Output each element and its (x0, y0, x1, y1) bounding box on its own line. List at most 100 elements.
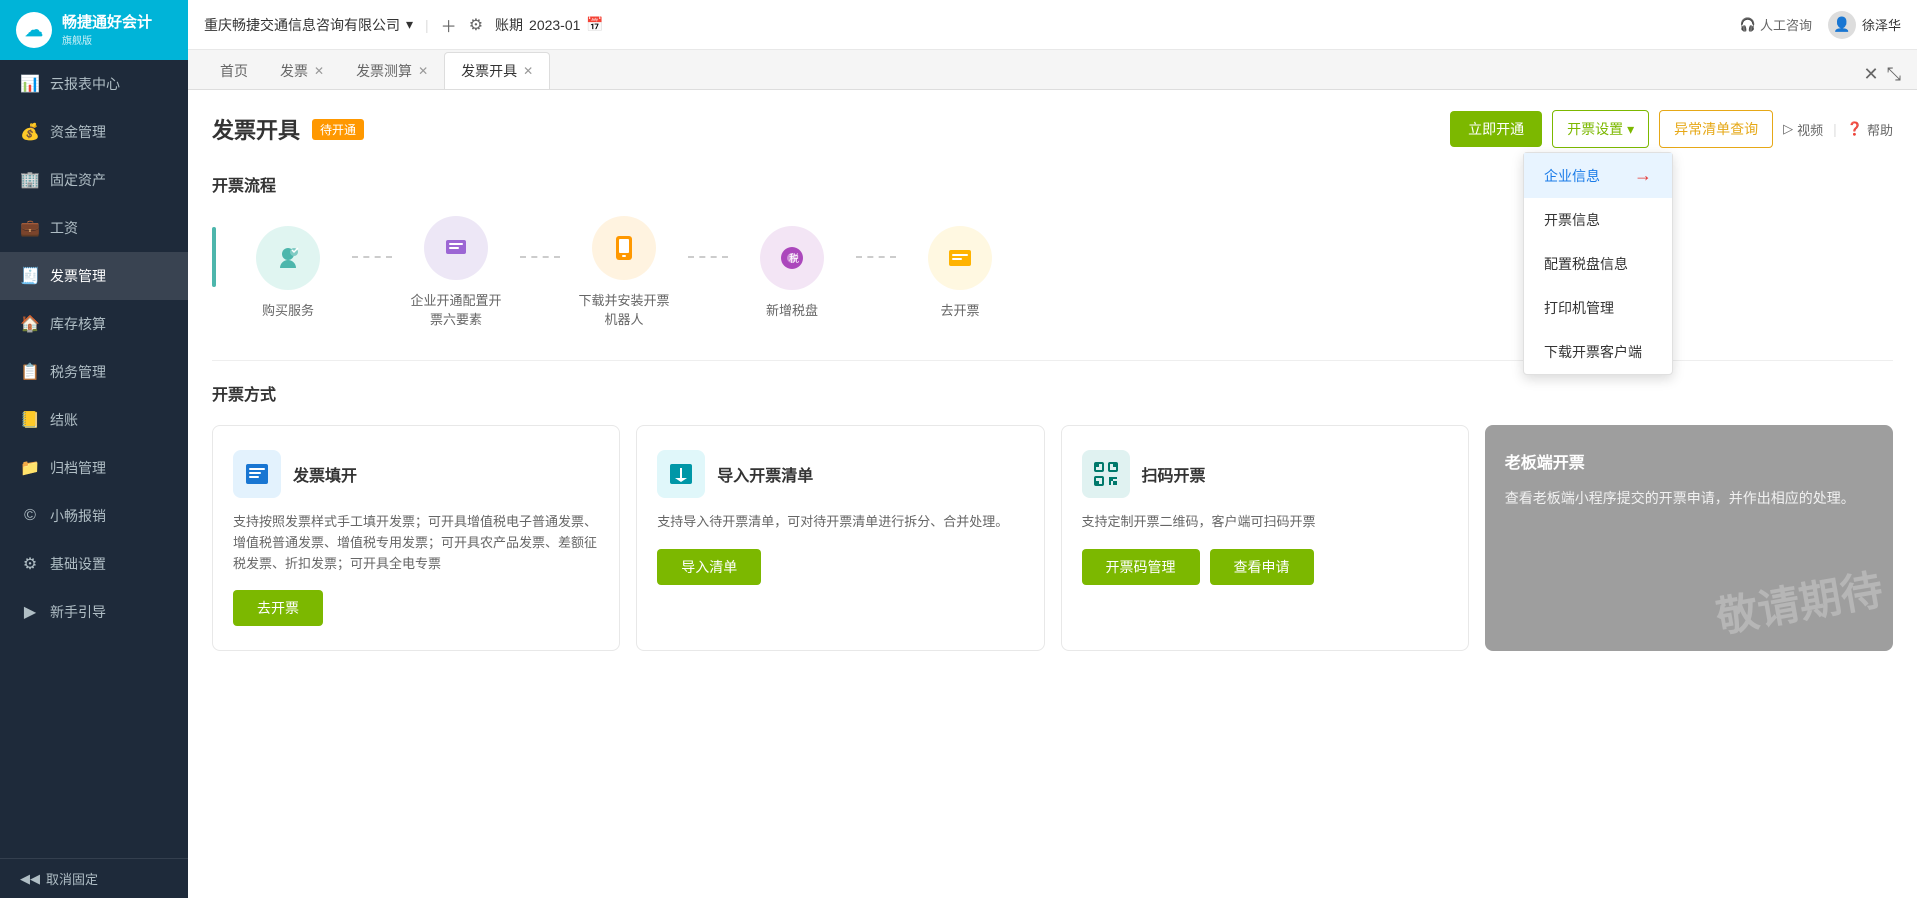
scan-invoice-icon (1082, 450, 1130, 498)
settings-dropdown-menu: 企业信息 → 开票信息 配置税盘信息 打印机管理 下载开票客户端 (1523, 152, 1673, 375)
red-arrow-icon: → (1634, 165, 1652, 186)
anomaly-button[interactable]: 异常清单查询 (1659, 110, 1773, 148)
activate-button[interactable]: 立即开通 (1450, 111, 1542, 147)
sidebar-bottom-pin[interactable]: ◀◀ 取消固定 (0, 858, 188, 898)
salary-icon: 💼 (20, 218, 40, 238)
dropdown-item-invoice-info[interactable]: 开票信息 (1524, 198, 1672, 242)
status-badge: 待开通 (312, 119, 364, 140)
settings-button[interactable]: 开票设置 ▾ (1552, 110, 1649, 148)
tab-invoice-close[interactable]: ✕ (314, 64, 324, 78)
company-dropdown-icon: ▾ (406, 16, 413, 33)
sidebar: ☁ 畅捷通好会计 旗舰版 📊 云报表中心 💰 资金管理 🏢 固定资产 💼 (0, 0, 188, 898)
tab-invoice[interactable]: 发票 ✕ (264, 53, 340, 89)
page-header: 发票开具 待开通 立即开通 开票设置 ▾ 异常清单查询 ▷ 视频 | (212, 110, 1893, 148)
tab-close-all[interactable]: ✕ (1864, 64, 1879, 85)
report-sales-icon: © (20, 506, 40, 526)
main-content: 重庆畅捷交通信息咨询有限公司 ▾ | ＋ ⚙ 账期 2023-01 📅 🎧 人工… (188, 0, 1917, 898)
page-content: 发票开具 待开通 立即开通 开票设置 ▾ 异常清单查询 ▷ 视频 | (188, 90, 1917, 898)
flow-step-go-invoice: 去开票 (900, 226, 1020, 319)
qr-mgmt-btn[interactable]: 开票码管理 (1082, 549, 1200, 585)
company-name: 重庆畅捷交通信息咨询有限公司 (204, 15, 400, 35)
new-guide-icon: ▶ (20, 602, 40, 622)
method-card-import-list: 导入开票清单 支持导入待开票清单，可对待开票清单进行拆分、合并处理。 导入清单 (636, 425, 1044, 651)
sidebar-item-salary[interactable]: 💼 工资 (0, 204, 188, 252)
flow-divider-line (212, 227, 216, 287)
flow-step-buy-service: 购买服务 (228, 226, 348, 319)
sidebar-item-report-sales[interactable]: © 小畅报销 (0, 492, 188, 540)
headset-icon: 🎧 (1740, 17, 1756, 33)
topbar-right: 🎧 人工咨询 👤 徐泽华 (1740, 11, 1901, 39)
pin-icon: ◀◀ (20, 871, 40, 887)
tab-invoice-open[interactable]: 发票开具 ✕ (444, 52, 550, 89)
logo-subtext: 旗舰版 (62, 32, 152, 47)
method-section-title: 开票方式 (212, 381, 1893, 405)
method-card-manual-fill: 发票填开 支持按照发票样式手工填开发票；可开具增值税电子普通发票、增值税普通发票… (212, 425, 620, 651)
sidebar-item-fund-mgmt[interactable]: 💰 资金管理 (0, 108, 188, 156)
play-icon: ▷ (1783, 121, 1793, 137)
dropdown-item-tax-config[interactable]: 配置税盘信息 (1524, 242, 1672, 286)
manual-fill-icon (233, 450, 281, 498)
topbar: 重庆畅捷交通信息咨询有限公司 ▾ | ＋ ⚙ 账期 2023-01 📅 🎧 人工… (188, 0, 1917, 50)
tab-invoice-calc[interactable]: 发票测算 ✕ (340, 53, 444, 89)
inventory-icon: 🏠 (20, 314, 40, 334)
dropdown-item-company-info[interactable]: 企业信息 → (1524, 153, 1672, 198)
sidebar-item-basic-settings[interactable]: ⚙ 基础设置 (0, 540, 188, 588)
import-list-title: 导入开票清单 (717, 462, 813, 486)
view-apply-btn[interactable]: 查看申请 (1210, 549, 1314, 585)
tax-mgmt-icon: 📋 (20, 362, 40, 382)
sidebar-item-new-guide[interactable]: ▶ 新手引导 (0, 588, 188, 636)
import-list-desc: 支持导入待开票清单，可对待开票清单进行拆分、合并处理。 (657, 512, 1023, 533)
fund-mgmt-icon: 💰 (20, 122, 40, 142)
tab-home[interactable]: 首页 (204, 53, 264, 89)
user-avatar: 👤 (1828, 11, 1856, 39)
basic-settings-icon: ⚙ (20, 554, 40, 574)
go-invoice-btn[interactable]: 去开票 (233, 590, 323, 626)
sidebar-item-fixed-assets[interactable]: 🏢 固定资产 (0, 156, 188, 204)
download-install-icon (608, 232, 640, 264)
method-cards: 发票填开 支持按照发票样式手工填开发票；可开具增值税电子普通发票、增值税普通发票… (212, 425, 1893, 651)
flow-step-config-enterprise: 企业开通配置开票六要素 (396, 216, 516, 328)
header-actions: 立即开通 开票设置 ▾ 异常清单查询 ▷ 视频 | ❓ 帮助 (1450, 110, 1893, 148)
user-menu[interactable]: 👤 徐泽华 (1828, 11, 1901, 39)
video-button[interactable]: ▷ 视频 (1783, 120, 1823, 139)
tab-invoice-open-close[interactable]: ✕ (523, 64, 533, 78)
dropdown-item-download-client[interactable]: 下载开票客户端 (1524, 330, 1672, 374)
import-list-icon (657, 450, 705, 498)
tab-invoice-calc-close[interactable]: ✕ (418, 64, 428, 78)
sidebar-item-tax-mgmt[interactable]: 📋 税务管理 (0, 348, 188, 396)
scan-invoice-desc: 支持定制开票二维码，客户端可扫码开票 (1082, 512, 1448, 533)
sidebar-item-archive[interactable]: 📁 归档管理 (0, 444, 188, 492)
go-invoice-icon (944, 242, 976, 274)
support-button[interactable]: 🎧 人工咨询 (1740, 15, 1812, 34)
dropdown-item-printer-mgmt[interactable]: 打印机管理 (1524, 286, 1672, 330)
company-selector[interactable]: 重庆畅捷交通信息咨询有限公司 ▾ (204, 15, 413, 35)
sidebar-item-cloud-report[interactable]: 📊 云报表中心 (0, 60, 188, 108)
help-button[interactable]: ❓ 帮助 (1847, 120, 1893, 139)
logo-text: 畅捷通好会计 (62, 13, 152, 33)
sidebar-item-invoice-mgmt[interactable]: 🧾 发票管理 (0, 252, 188, 300)
import-list-btn[interactable]: 导入清单 (657, 549, 761, 585)
topbar-period: 账期 2023-01 📅 (495, 15, 604, 35)
boss-invoice-title: 老板端开票 (1505, 449, 1585, 473)
tab-expand[interactable]: ⤡ (1887, 64, 1901, 85)
sidebar-nav: 📊 云报表中心 💰 资金管理 🏢 固定资产 💼 工资 🧾 发票管理 🏠 (0, 60, 188, 858)
sidebar-logo: ☁ 畅捷通好会计 旗舰版 (0, 0, 188, 60)
method-card-boss-invoice: 老板端开票 查看老板端小程序提交的开票申请，并作出相应的处理。 敬请期待 (1485, 425, 1893, 651)
boss-invoice-desc: 查看老板端小程序提交的开票申请，并作出相应的处理。 (1505, 487, 1873, 509)
tab-bar: 首页 发票 ✕ 发票测算 ✕ 发票开具 ✕ ✕ ⤡ (188, 50, 1917, 90)
calendar-icon[interactable]: 📅 (586, 16, 603, 33)
flow-step-download-install: 下载并安装开票机器人 (564, 216, 684, 328)
add-company-button[interactable]: ＋ (441, 13, 457, 37)
sidebar-item-settlement[interactable]: 📒 结账 (0, 396, 188, 444)
topbar-settings-icon[interactable]: ⚙ (469, 15, 483, 35)
svg-text:税: 税 (789, 252, 799, 265)
sidebar-item-inventory[interactable]: 🏠 库存核算 (0, 300, 188, 348)
topbar-divider1: | (425, 17, 429, 33)
settings-dropdown-icon: ▾ (1627, 121, 1634, 138)
tax-disk-icon: 税 (776, 242, 808, 274)
fixed-assets-icon: 🏢 (20, 170, 40, 190)
manual-fill-desc: 支持按照发票样式手工填开发票；可开具增值税电子普通发票、增值税普通发票、增值税专… (233, 512, 599, 574)
flow-step-add-tax-disk: 税 新增税盘 (732, 226, 852, 319)
method-card-scan-invoice: 扫码开票 支持定制开票二维码，客户端可扫码开票 开票码管理 查看申请 (1061, 425, 1469, 651)
boss-invoice-watermark: 敬请期待 (1711, 556, 1887, 645)
